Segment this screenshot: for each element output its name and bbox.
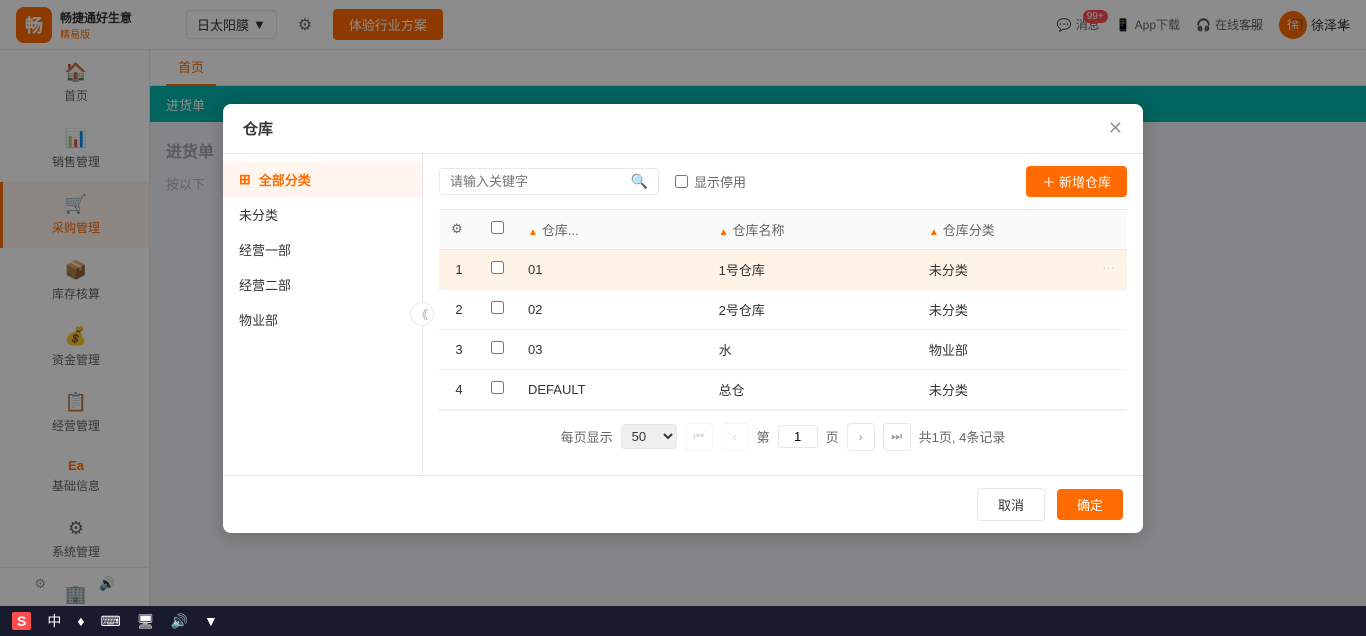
select-all-checkbox[interactable] <box>491 221 504 234</box>
cat-all[interactable]: ⊞ 全部分类 <box>223 162 422 197</box>
col-settings: ⚙ <box>439 209 479 249</box>
row-code: 02 <box>516 289 707 329</box>
table-row[interactable]: 1 01 1号仓库 未分类 ··· <box>439 249 1127 289</box>
add-warehouse-button[interactable]: ＋ 新增仓库 <box>1026 166 1127 197</box>
table-row[interactable]: 3 03 水 物业部 <box>439 329 1127 369</box>
row-category: 物业部 <box>917 329 1127 369</box>
table-row[interactable]: 4 DEFAULT 总仓 未分类 <box>439 369 1127 409</box>
confirm-button[interactable]: 确定 <box>1057 489 1123 520</box>
row-name: 总仓 <box>707 369 917 409</box>
next-page-button[interactable]: › <box>847 423 875 451</box>
page-size-select[interactable]: 50 10 20 100 <box>621 424 677 449</box>
search-icon[interactable]: 🔍 <box>631 173 648 190</box>
search-box: 🔍 <box>439 168 659 195</box>
prev-page-button[interactable]: ‹ <box>721 423 749 451</box>
row-checkbox[interactable] <box>479 369 516 409</box>
col-category: ▲仓库分类 <box>917 209 1127 249</box>
modal-body: ⊞ 全部分类 未分类 经营一部 经营二部 物业部 《 <box>223 154 1143 475</box>
warehouse-modal: 仓库 ✕ ⊞ 全部分类 未分类 经营一部 经营二部 <box>223 104 1143 533</box>
sort-icon-name: ▲ <box>719 227 729 238</box>
show-disabled-checkbox[interactable] <box>675 175 688 188</box>
show-disabled-label[interactable]: 显示停用 <box>675 172 746 191</box>
table-row[interactable]: 2 02 2号仓库 未分类 <box>439 289 1127 329</box>
modal-backdrop: 仓库 ✕ ⊞ 全部分类 未分类 经营一部 经营二部 <box>0 0 1366 636</box>
pagination: 每页显示 50 10 20 100 ⏮ ‹ 第 页 › ⏭ 共1页, 4条记录 <box>439 410 1127 463</box>
row-code: DEFAULT <box>516 369 707 409</box>
status-volume-icon[interactable]: 🔊 <box>171 613 188 630</box>
row-code: 03 <box>516 329 707 369</box>
row-settings: 1 <box>439 249 479 289</box>
first-page-button[interactable]: ⏮ <box>685 423 713 451</box>
row-code: 01 <box>516 249 707 289</box>
status-dot-icon[interactable]: ♦ <box>77 613 84 629</box>
cat-property[interactable]: 物业部 <box>223 302 422 337</box>
row-settings: 4 <box>439 369 479 409</box>
toolbar-left: 🔍 显示停用 <box>439 168 746 195</box>
search-input[interactable] <box>450 174 631 189</box>
status-keyboard-icon[interactable]: ⌨ <box>101 613 121 630</box>
table-container: ⚙ ▲仓库... ▲仓库名称 <box>439 209 1127 410</box>
page-number-input[interactable] <box>778 425 818 448</box>
cat-dept1[interactable]: 经营一部 <box>223 232 422 267</box>
status-chevron-icon[interactable]: ▼ <box>204 613 218 629</box>
sort-icon-code: ▲ <box>528 227 538 238</box>
cat-dept2[interactable]: 经营二部 <box>223 267 422 302</box>
row-settings: 3 <box>439 329 479 369</box>
status-bar: S 中 ♦ ⌨ 🖥 🔊 ▼ <box>0 606 1366 636</box>
row-checkbox[interactable] <box>479 249 516 289</box>
cancel-button[interactable]: 取消 <box>977 488 1045 521</box>
row-category: 未分类 ··· <box>917 249 1127 289</box>
row-name: 2号仓库 <box>707 289 917 329</box>
status-s-icon[interactable]: S <box>12 612 31 630</box>
sort-icon-category: ▲ <box>929 227 939 238</box>
row-checkbox[interactable] <box>479 289 516 329</box>
last-page-button[interactable]: ⏭ <box>883 423 911 451</box>
collapse-button[interactable]: 《 <box>410 302 434 326</box>
modal-title: 仓库 <box>243 118 273 139</box>
status-zh-icon[interactable]: 中 <box>47 611 61 631</box>
row-checkbox[interactable] <box>479 329 516 369</box>
row-name: 水 <box>707 329 917 369</box>
modal-header: 仓库 ✕ <box>223 104 1143 154</box>
col-checkbox <box>479 209 516 249</box>
grid-icon: ⊞ <box>239 171 251 188</box>
cat-uncat[interactable]: 未分类 <box>223 197 422 232</box>
warehouse-table: ⚙ ▲仓库... ▲仓库名称 <box>439 209 1127 410</box>
row-category: 未分类 <box>917 289 1127 329</box>
col-code: ▲仓库... <box>516 209 707 249</box>
table-area: 🔍 显示停用 ＋ 新增仓库 ⚙ <box>423 154 1143 475</box>
table-head: ⚙ ▲仓库... ▲仓库名称 <box>439 209 1127 249</box>
table-body: 1 01 1号仓库 未分类 ··· 2 02 2号仓库 <box>439 249 1127 409</box>
row-name: 1号仓库 <box>707 249 917 289</box>
col-name: ▲仓库名称 <box>707 209 917 249</box>
row-more-icon[interactable]: ··· <box>1102 260 1115 275</box>
status-monitor-icon[interactable]: 🖥 <box>137 613 155 630</box>
row-settings: 2 <box>439 289 479 329</box>
row-category: 未分类 <box>917 369 1127 409</box>
modal-footer: 取消 确定 <box>223 475 1143 533</box>
table-toolbar: 🔍 显示停用 ＋ 新增仓库 <box>439 166 1127 197</box>
category-sidebar: ⊞ 全部分类 未分类 经营一部 经营二部 物业部 《 <box>223 154 423 475</box>
modal-close-button[interactable]: ✕ <box>1108 118 1123 139</box>
